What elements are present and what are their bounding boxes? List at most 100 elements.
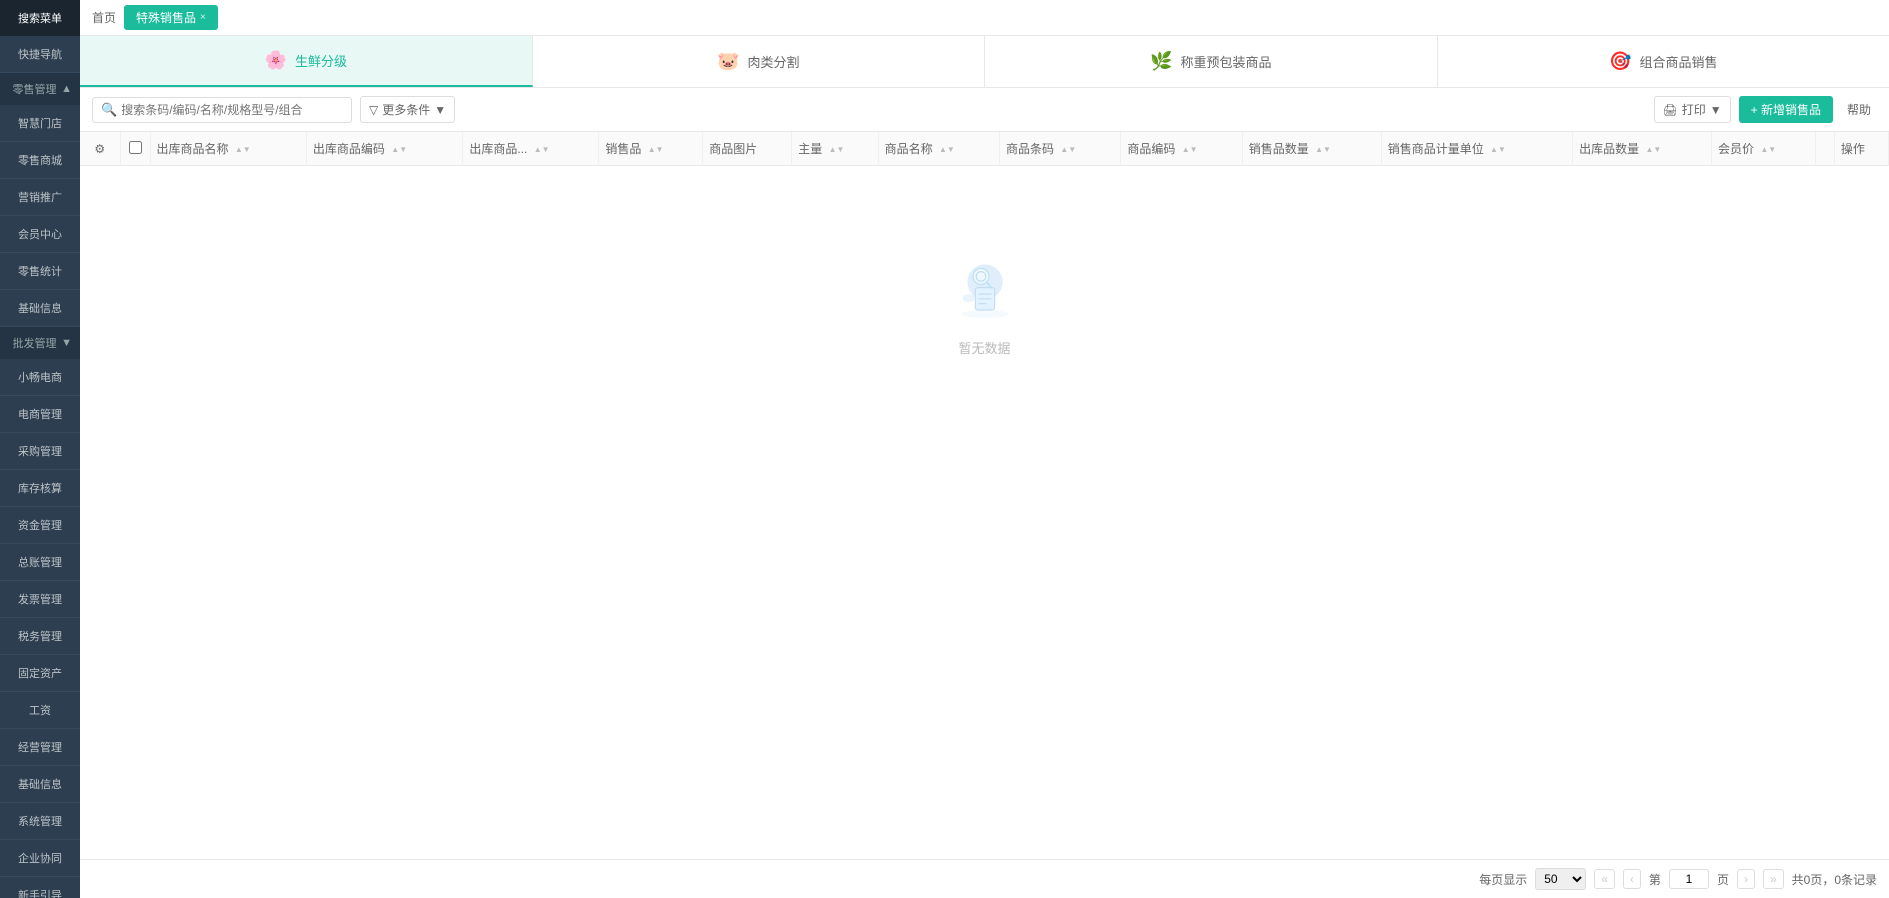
th-product-image: 商品图片 xyxy=(703,132,792,166)
tab-fresh-grade[interactable]: 🌸 生鲜分级 xyxy=(80,36,533,87)
th-checkbox[interactable] xyxy=(120,132,150,166)
th-product-name: 商品名称 ▲▼ xyxy=(878,132,999,166)
column-settings-icon: ⚙ xyxy=(94,142,105,156)
toolbar-right: 🖨 打印 ▼ + 新增销售品 帮助 xyxy=(1654,96,1878,123)
tab-weighed-pack-label: 称重预包装商品 xyxy=(1180,52,1271,71)
th-out-product-code: 出库商品编码 ▲▼ xyxy=(306,132,462,166)
tab-meat-cut-label: 肉类分割 xyxy=(747,52,799,71)
sidebar: 搜索菜单 快捷导航 零售管理 ▲ 智慧门店 零售商城 营销推广 会员中心 零售统… xyxy=(0,0,80,898)
empty-state: 暂无数据 xyxy=(80,166,1889,437)
th-out-qty: 出库品数量 ▲▼ xyxy=(1573,132,1712,166)
sidebar-item-enterprise[interactable]: 企业协同 xyxy=(0,840,80,877)
sidebar-item-marketing[interactable]: 营销推广 xyxy=(0,179,80,216)
page-suffix: 页 xyxy=(1717,871,1729,888)
total-label: 共0页，0条记录 xyxy=(1792,871,1877,888)
sidebar-item-inventory[interactable]: 库存核算 xyxy=(0,470,80,507)
tab-weighed-pack[interactable]: 🌿 称重预包装商品 xyxy=(985,36,1438,87)
sort-icon: ▲▼ xyxy=(648,145,664,154)
home-breadcrumb[interactable]: 首页 xyxy=(92,9,116,26)
toolbar-left: 🔍 ▽ 更多条件 ▼ xyxy=(92,96,455,123)
filter-button[interactable]: ▽ 更多条件 ▼ xyxy=(360,96,455,123)
next-page-icon: › xyxy=(1744,872,1748,886)
sort-icon: ▲▼ xyxy=(1760,145,1776,154)
sidebar-item-retail-stats[interactable]: 零售统计 xyxy=(0,253,80,290)
active-tab-label: 特殊销售品 xyxy=(136,9,196,26)
sidebar-item-smart-store[interactable]: 智慧门店 xyxy=(0,105,80,142)
sidebar-item-retail-mgmt[interactable]: 零售管理 ▲ xyxy=(0,73,80,105)
filter-chevron-icon: ▼ xyxy=(434,103,446,117)
filter-label: 更多条件 xyxy=(382,101,430,118)
sidebar-item-wholesale-mgmt[interactable]: 批发管理 ▼ xyxy=(0,327,80,359)
sidebar-item-salary[interactable]: 工资 xyxy=(0,692,80,729)
print-button[interactable]: 🖨 打印 ▼ xyxy=(1654,96,1731,123)
help-button[interactable]: 帮助 xyxy=(1841,97,1877,122)
chevron-icon: ▲ xyxy=(61,83,72,95)
sort-icon: ▲▼ xyxy=(829,145,845,154)
th-empty xyxy=(1815,132,1834,166)
th-barcode: 商品条码 ▲▼ xyxy=(1000,132,1121,166)
sidebar-item-quick-nav[interactable]: 快捷导航 xyxy=(0,36,80,73)
sort-icon: ▲▼ xyxy=(939,145,955,154)
th-member-price: 会员价 ▲▼ xyxy=(1712,132,1816,166)
sort-icon: ▲▼ xyxy=(1490,145,1506,154)
sidebar-item-invoice-mgmt[interactable]: 发票管理 xyxy=(0,581,80,618)
sort-icon: ▲▼ xyxy=(235,145,251,154)
fresh-grade-icon: 🌸 xyxy=(265,50,287,71)
per-page-select[interactable]: 50 10 20 100 xyxy=(1535,868,1586,890)
tab-combo-sales[interactable]: 🎯 组合商品销售 xyxy=(1438,36,1889,87)
sort-icon: ▲▼ xyxy=(1645,145,1661,154)
select-all-checkbox[interactable] xyxy=(129,141,142,154)
content-area: 🌸 生鲜分级 🐷 肉类分割 🌿 称重预包装商品 🎯 组合商品销售 🔍 xyxy=(80,36,1889,898)
sidebar-item-new-guide[interactable]: 新手引导 xyxy=(0,877,80,898)
th-sales-unit: 销售商品计量单位 ▲▼ xyxy=(1381,132,1572,166)
sidebar-item-tax-mgmt[interactable]: 税务管理 xyxy=(0,618,80,655)
prev-page-button[interactable]: ‹ xyxy=(1623,869,1641,889)
sidebar-item-mini-ecom[interactable]: 小畅电商 xyxy=(0,359,80,396)
th-main-weight: 主量 ▲▼ xyxy=(792,132,878,166)
prev-page-icon: ‹ xyxy=(1630,872,1634,886)
sidebar-item-system-mgmt[interactable]: 系统管理 xyxy=(0,803,80,840)
tab-combo-sales-label: 组合商品销售 xyxy=(1639,52,1717,71)
new-product-button[interactable]: + 新增销售品 xyxy=(1739,96,1833,123)
search-input[interactable] xyxy=(121,103,321,117)
sidebar-item-fixed-assets[interactable]: 固定资产 xyxy=(0,655,80,692)
search-box[interactable]: 🔍 xyxy=(92,97,352,123)
tab-meat-cut[interactable]: 🐷 肉类分割 xyxy=(533,36,986,87)
close-tab-icon[interactable]: × xyxy=(200,12,206,23)
first-page-button[interactable]: « xyxy=(1594,869,1615,889)
th-actions: 操作 xyxy=(1834,132,1888,166)
table-container: ⚙ 出库商品名称 ▲▼ 出库商品编码 ▲▼ xyxy=(80,132,1889,859)
sidebar-item-basic-info[interactable]: 基础信息 xyxy=(0,290,80,327)
last-page-button[interactable]: » xyxy=(1763,869,1784,889)
weighed-pack-icon: 🌿 xyxy=(1150,51,1172,72)
table-header-row: ⚙ 出库商品名称 ▲▼ 出库商品编码 ▲▼ xyxy=(80,132,1889,166)
th-product-code: 商品编码 ▲▼ xyxy=(1121,132,1242,166)
sidebar-logo[interactable]: 搜索菜单 xyxy=(0,0,80,36)
sidebar-item-retail-mall[interactable]: 零售商城 xyxy=(0,142,80,179)
toolbar: 🔍 ▽ 更多条件 ▼ 🖨 打印 ▼ + 新增销售品 帮助 xyxy=(80,88,1889,132)
active-tab[interactable]: 特殊销售品 × xyxy=(124,5,218,30)
category-tabs: 🌸 生鲜分级 🐷 肉类分割 🌿 称重预包装商品 🎯 组合商品销售 xyxy=(80,36,1889,88)
page-label: 第 xyxy=(1649,871,1661,888)
print-icon: 🖨 xyxy=(1663,103,1678,117)
topbar: 首页 特殊销售品 × xyxy=(80,0,1889,36)
first-page-icon: « xyxy=(1601,872,1608,886)
sort-icon: ▲▼ xyxy=(534,145,550,154)
sidebar-item-ops-mgmt[interactable]: 经营管理 xyxy=(0,729,80,766)
page-input[interactable] xyxy=(1669,869,1709,889)
search-icon: 🔍 xyxy=(101,102,117,118)
sort-icon: ▲▼ xyxy=(391,145,407,154)
filter-icon: ▽ xyxy=(369,103,378,117)
th-settings[interactable]: ⚙ xyxy=(80,132,120,166)
sidebar-item-member[interactable]: 会员中心 xyxy=(0,216,80,253)
next-page-button[interactable]: › xyxy=(1737,869,1755,889)
th-sales-product: 销售品 ▲▼ xyxy=(599,132,703,166)
sidebar-item-general-ledger[interactable]: 总账管理 xyxy=(0,544,80,581)
sidebar-item-ecom-mgmt[interactable]: 电商管理 xyxy=(0,396,80,433)
sidebar-item-basic-info2[interactable]: 基础信息 xyxy=(0,766,80,803)
sidebar-item-purchase-mgmt[interactable]: 采购管理 xyxy=(0,433,80,470)
sort-icon: ▲▼ xyxy=(1182,145,1198,154)
sidebar-item-finance[interactable]: 资金管理 xyxy=(0,507,80,544)
sort-icon: ▲▼ xyxy=(1315,145,1331,154)
product-table: ⚙ 出库商品名称 ▲▼ 出库商品编码 ▲▼ xyxy=(80,132,1889,166)
